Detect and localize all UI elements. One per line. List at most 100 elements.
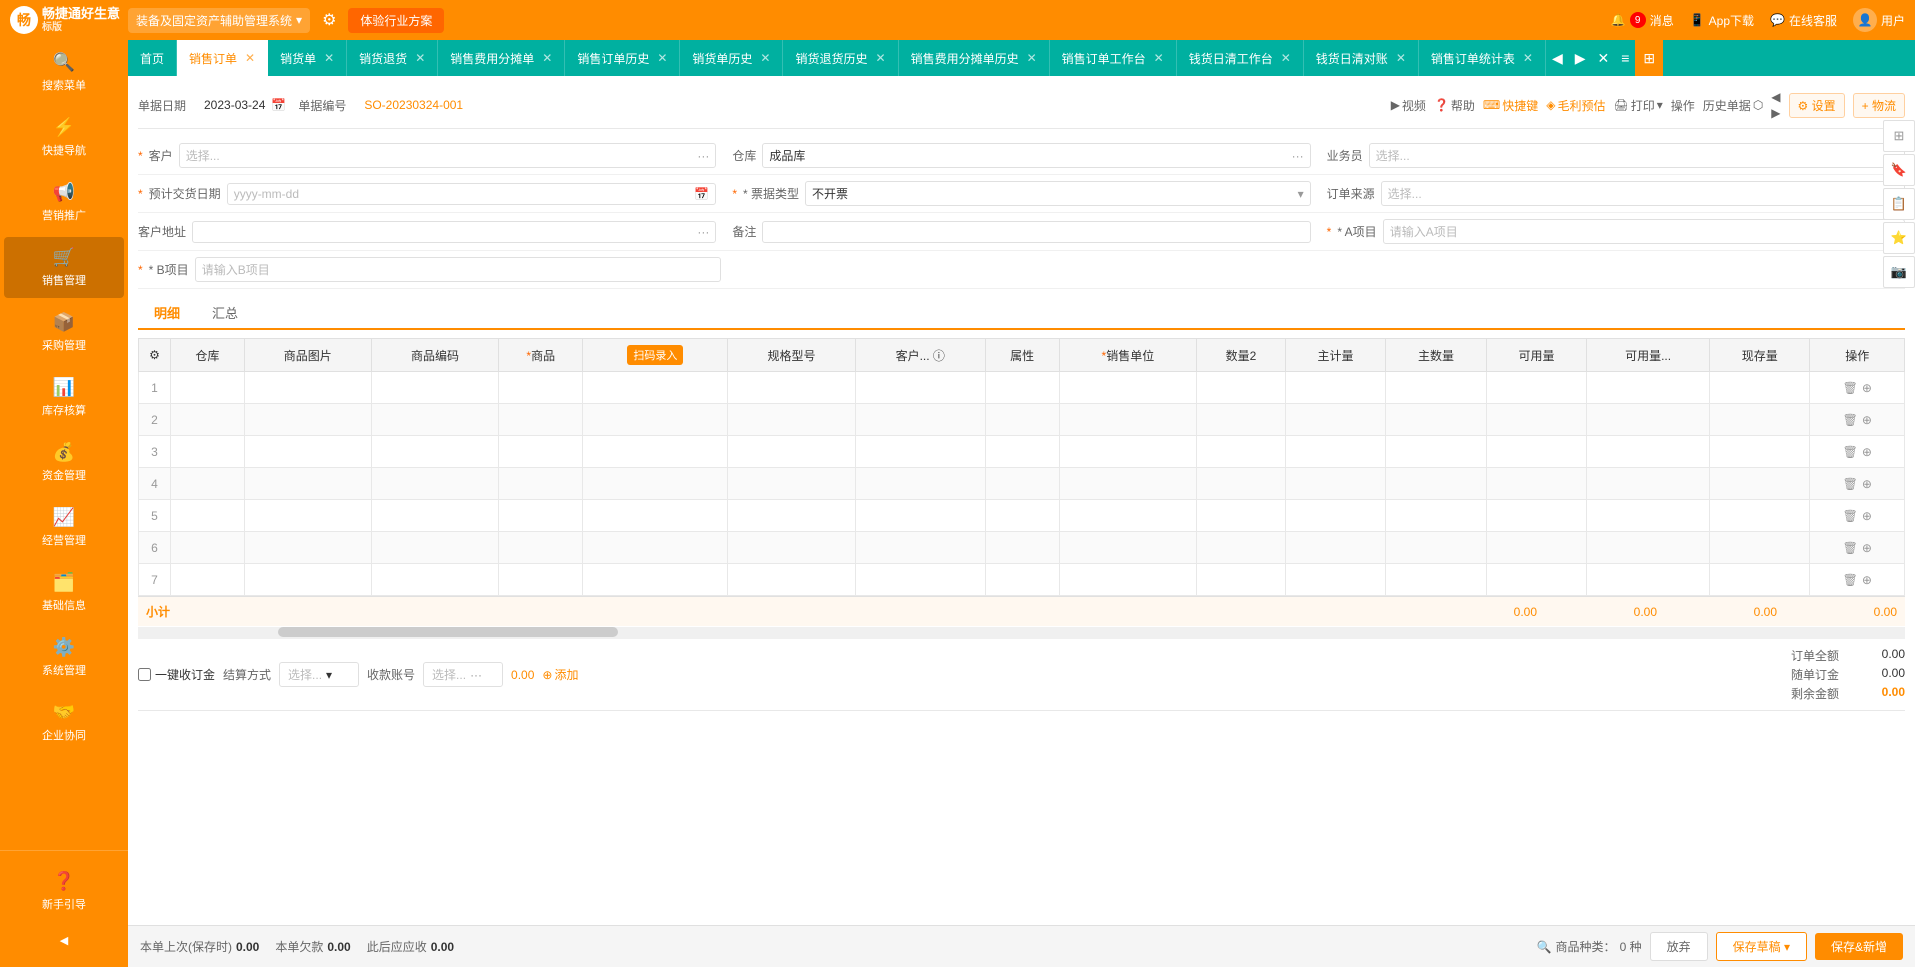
sidebar-item-enterprise[interactable]: 🤝 企业协同 xyxy=(4,692,124,753)
tab-detail[interactable]: 明细 xyxy=(138,297,196,330)
row-cell-1-13[interactable] xyxy=(1486,372,1586,404)
row-cell-5-11[interactable] xyxy=(1285,500,1385,532)
side-tool-4[interactable]: ⭐ xyxy=(1883,222,1915,254)
history-button[interactable]: 历史单据 ⬡ xyxy=(1703,97,1764,114)
row-cell-3-7[interactable] xyxy=(855,436,985,468)
shortcut-button[interactable]: ⌨ 快捷键 xyxy=(1483,97,1538,114)
operations-button[interactable]: 操作 xyxy=(1671,97,1695,114)
customer-input[interactable]: 选择... ··· xyxy=(179,143,717,168)
side-tool-1[interactable]: ⊞ xyxy=(1883,120,1915,152)
tab-fee-split-close[interactable]: ✕ xyxy=(542,51,552,65)
row-cell-3-11[interactable] xyxy=(1285,436,1385,468)
setting-button[interactable]: ⚙ 设置 xyxy=(1789,93,1845,118)
row-cell-3-10[interactable] xyxy=(1197,436,1286,468)
tab-fee-hist[interactable]: 销售费用分摊单历史 ✕ xyxy=(899,40,1050,76)
row-cell-5-5[interactable] xyxy=(583,500,728,532)
user-item[interactable]: 👤 用户 xyxy=(1853,8,1905,32)
warehouse-input[interactable]: 成品库 ··· xyxy=(762,143,1310,168)
row-cell-6-13[interactable] xyxy=(1486,532,1586,564)
calendar-icon[interactable]: 📅 xyxy=(271,98,286,112)
save-draft-button[interactable]: 保存草稿 ▾ xyxy=(1716,932,1807,961)
row-cell-2-10[interactable] xyxy=(1197,404,1286,436)
row-cell-5-3[interactable] xyxy=(371,500,498,532)
delete-row-4[interactable]: 🗑 xyxy=(1843,477,1858,491)
horizontal-scrollbar[interactable] xyxy=(278,627,618,637)
row-cell-3-4[interactable] xyxy=(499,436,583,468)
tab-order-hist[interactable]: 销售订单历史 ✕ xyxy=(565,40,680,76)
row-cell-4-14[interactable] xyxy=(1587,468,1710,500)
row-cell-2-11[interactable] xyxy=(1285,404,1385,436)
th-settings[interactable]: ⚙ xyxy=(139,339,171,372)
add-logistics-button[interactable]: + 物流 xyxy=(1853,93,1905,118)
row-cell-6-9[interactable] xyxy=(1059,532,1197,564)
row-cell-3-12[interactable] xyxy=(1386,436,1486,468)
tab-order-workbench-close[interactable]: ✕ xyxy=(1154,51,1164,65)
tab-close-button[interactable]: ✕ xyxy=(1592,40,1616,76)
row-cell-2-6[interactable] xyxy=(728,404,855,436)
row-cell-7-5[interactable] xyxy=(583,564,728,596)
tab-order-workbench[interactable]: 销售订单工作台 ✕ xyxy=(1050,40,1177,76)
copy-row-2[interactable]: ⊕ xyxy=(1862,413,1872,427)
row-cell-5-13[interactable] xyxy=(1486,500,1586,532)
tab-sales-stats-close[interactable]: ✕ xyxy=(1523,51,1533,65)
tab-sales-order-close[interactable]: ✕ xyxy=(245,51,255,65)
th-scan[interactable]: 扫码录入 xyxy=(583,339,728,372)
settlement-select[interactable]: 选择... ▾ xyxy=(279,662,359,687)
tab-menu-button[interactable]: ≡ xyxy=(1615,40,1635,76)
row-cell-4-8[interactable] xyxy=(985,468,1059,500)
row-cell-3-8[interactable] xyxy=(985,436,1059,468)
row-cell-2-13[interactable] xyxy=(1486,404,1586,436)
sidebar-item-search[interactable]: 🔍 搜索菜单 xyxy=(4,42,124,103)
copy-row-5[interactable]: ⊕ xyxy=(1862,509,1872,523)
tab-sales-return[interactable]: 销货退货 ✕ xyxy=(347,40,438,76)
tab-summary[interactable]: 汇总 xyxy=(196,297,254,328)
copy-row-6[interactable]: ⊕ xyxy=(1862,541,1872,555)
copy-row-3[interactable]: ⊕ xyxy=(1862,445,1872,459)
row-cell-5-2[interactable] xyxy=(244,500,371,532)
row-cell-5-14[interactable] xyxy=(1587,500,1710,532)
print-button[interactable]: 🖨 打印 ▾ xyxy=(1614,97,1663,114)
row-cell-7-6[interactable] xyxy=(728,564,855,596)
row-cell-2-12[interactable] xyxy=(1386,404,1486,436)
a-project-input[interactable]: 请输入A项目 xyxy=(1383,219,1905,244)
row-cell-7-7[interactable] xyxy=(855,564,985,596)
row-cell-3-3[interactable] xyxy=(371,436,498,468)
help-button[interactable]: ❓ 帮助 xyxy=(1434,97,1475,114)
row-cell-6-10[interactable] xyxy=(1197,532,1286,564)
add-payment-button[interactable]: ⊕ 添加 xyxy=(542,666,578,683)
invoice-type-select[interactable]: 不开票 ▾ xyxy=(805,181,1311,206)
delete-row-7[interactable]: 🗑 xyxy=(1843,573,1858,587)
row-cell-2-5[interactable] xyxy=(583,404,728,436)
one-click-input[interactable] xyxy=(138,668,151,681)
row-cell-4-15[interactable] xyxy=(1710,468,1810,500)
row-cell-1-1[interactable] xyxy=(171,372,245,404)
sidebar-item-operations[interactable]: 📈 经营管理 xyxy=(4,497,124,558)
row-cell-7-3[interactable] xyxy=(371,564,498,596)
row-cell-3-14[interactable] xyxy=(1587,436,1710,468)
row-cell-4-3[interactable] xyxy=(371,468,498,500)
row-cell-4-6[interactable] xyxy=(728,468,855,500)
row-cell-7-14[interactable] xyxy=(1587,564,1710,596)
tab-fee-hist-close[interactable]: ✕ xyxy=(1027,51,1037,65)
sidebar-item-quicknav[interactable]: ⚡ 快捷导航 xyxy=(4,107,124,168)
row-cell-2-9[interactable] xyxy=(1059,404,1197,436)
order-source-input[interactable]: 选择... ▾ xyxy=(1381,181,1905,206)
sidebar-item-finance[interactable]: 💰 资金管理 xyxy=(4,432,124,493)
row-cell-4-10[interactable] xyxy=(1197,468,1286,500)
delete-row-3[interactable]: 🗑 xyxy=(1843,445,1858,459)
remarks-input[interactable] xyxy=(762,221,1310,243)
tab-return-hist-close[interactable]: ✕ xyxy=(876,51,886,65)
side-tool-3[interactable]: 📋 xyxy=(1883,188,1915,220)
row-cell-4-12[interactable] xyxy=(1386,468,1486,500)
sidebar-item-sales[interactable]: 🛒 销售管理 xyxy=(4,237,124,298)
row-cell-5-7[interactable] xyxy=(855,500,985,532)
sidebar-item-base[interactable]: 🗂️ 基础信息 xyxy=(4,562,124,623)
row-cell-1-14[interactable] xyxy=(1587,372,1710,404)
delivery-date-input[interactable]: yyyy-mm-dd 📅 xyxy=(227,183,717,205)
tab-sales-return-close[interactable]: ✕ xyxy=(415,51,425,65)
tab-order-hist-close[interactable]: ✕ xyxy=(657,51,667,65)
tab-prev-button[interactable]: ◀ xyxy=(1546,40,1569,76)
notification-item[interactable]: 🔔 9 消息 xyxy=(1611,12,1674,29)
row-cell-3-15[interactable] xyxy=(1710,436,1810,468)
tab-cash-reconcile[interactable]: 钱货日清对账 ✕ xyxy=(1304,40,1419,76)
